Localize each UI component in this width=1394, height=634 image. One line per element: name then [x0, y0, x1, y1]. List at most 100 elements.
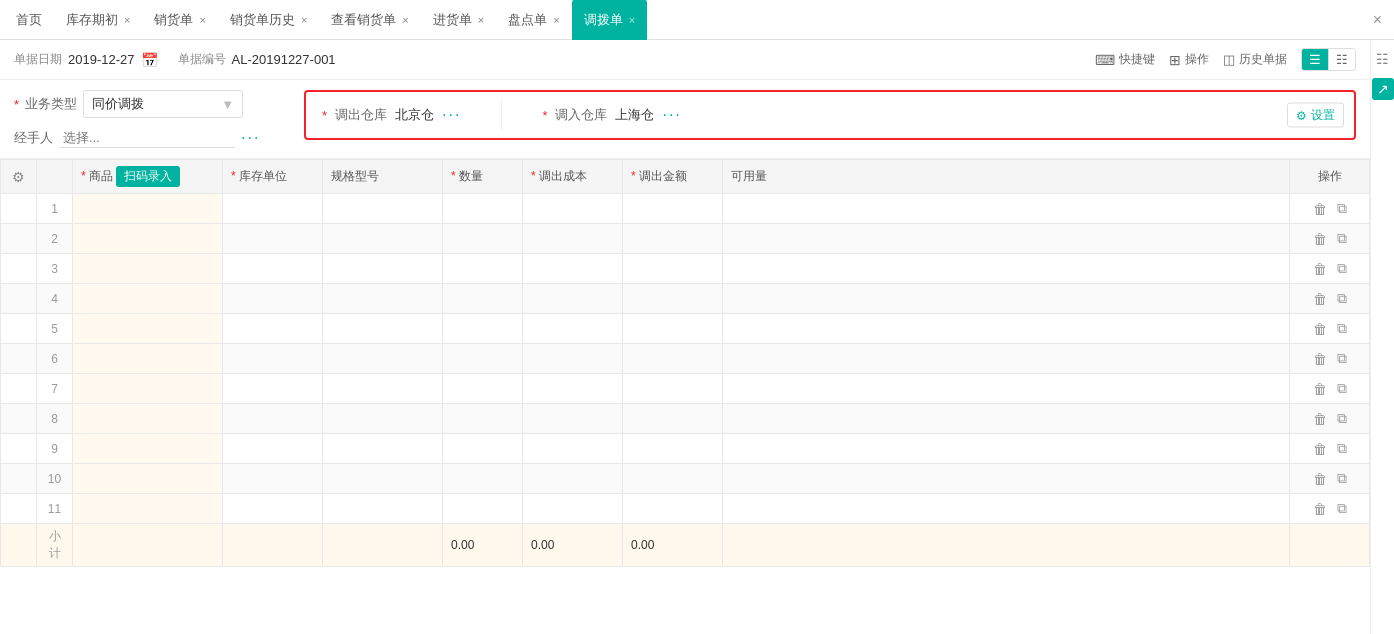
row-cost[interactable]: [523, 494, 623, 524]
row-amount[interactable]: [623, 464, 723, 494]
close-tab-sales-order[interactable]: ×: [199, 14, 205, 26]
row-cost[interactable]: [523, 314, 623, 344]
row-goods[interactable]: [73, 434, 223, 464]
row-amount[interactable]: [623, 344, 723, 374]
row-goods[interactable]: [73, 314, 223, 344]
row-unit[interactable]: [223, 254, 323, 284]
row-unit[interactable]: [223, 434, 323, 464]
close-tab-inventory-init[interactable]: ×: [124, 14, 130, 26]
tab-inventory-init[interactable]: 库存期初 ×: [54, 0, 142, 40]
row-spec[interactable]: [323, 224, 443, 254]
row-unit[interactable]: [223, 224, 323, 254]
tab-transfer[interactable]: 调拨单 ×: [572, 0, 647, 40]
row-cost[interactable]: [523, 254, 623, 284]
delete-row-btn[interactable]: 🗑: [1311, 319, 1329, 339]
row-amount[interactable]: [623, 194, 723, 224]
row-spec[interactable]: [323, 344, 443, 374]
row-unit[interactable]: [223, 284, 323, 314]
delete-row-btn[interactable]: 🗑: [1311, 259, 1329, 279]
delete-row-btn[interactable]: 🗑: [1311, 439, 1329, 459]
row-qty[interactable]: [443, 194, 523, 224]
tab-sales-order[interactable]: 销货单 ×: [142, 0, 217, 40]
row-amount[interactable]: [623, 434, 723, 464]
row-unit[interactable]: [223, 374, 323, 404]
sidebar-export-icon[interactable]: ↗: [1372, 78, 1394, 100]
tab-stocktake[interactable]: 盘点单 ×: [496, 0, 571, 40]
warehouse-settings-btn[interactable]: ⚙ 设置: [1287, 103, 1344, 128]
wh-out-more-btn[interactable]: ···: [442, 106, 461, 124]
row-spec[interactable]: [323, 284, 443, 314]
row-amount[interactable]: [623, 314, 723, 344]
business-type-select[interactable]: 同价调拨 ▼: [83, 90, 243, 118]
history-docs-btn[interactable]: ◫ 历史单据: [1223, 51, 1287, 68]
copy-row-btn[interactable]: ⧉: [1335, 348, 1349, 369]
row-qty[interactable]: [443, 494, 523, 524]
delete-row-btn[interactable]: 🗑: [1311, 199, 1329, 219]
row-goods[interactable]: [73, 494, 223, 524]
row-qty[interactable]: [443, 344, 523, 374]
layout-grid-btn[interactable]: ☷: [1328, 49, 1355, 70]
copy-row-btn[interactable]: ⧉: [1335, 468, 1349, 489]
copy-row-btn[interactable]: ⧉: [1335, 318, 1349, 339]
copy-row-btn[interactable]: ⧉: [1335, 378, 1349, 399]
row-cost[interactable]: [523, 194, 623, 224]
operations-btn[interactable]: ⊞ 操作: [1169, 51, 1209, 68]
row-amount[interactable]: [623, 284, 723, 314]
copy-row-btn[interactable]: ⧉: [1335, 498, 1349, 519]
delete-row-btn[interactable]: 🗑: [1311, 379, 1329, 399]
row-spec[interactable]: [323, 374, 443, 404]
close-tab-stocktake[interactable]: ×: [553, 14, 559, 26]
handler-input[interactable]: [59, 128, 235, 148]
row-qty[interactable]: [443, 374, 523, 404]
row-spec[interactable]: [323, 434, 443, 464]
row-cost[interactable]: [523, 464, 623, 494]
row-qty[interactable]: [443, 464, 523, 494]
handler-more-btn[interactable]: ···: [241, 129, 260, 147]
row-unit[interactable]: [223, 494, 323, 524]
sidebar-doc-icon[interactable]: ☷: [1372, 48, 1394, 70]
row-spec[interactable]: [323, 494, 443, 524]
row-cost[interactable]: [523, 404, 623, 434]
row-cost[interactable]: [523, 344, 623, 374]
row-cost[interactable]: [523, 224, 623, 254]
row-qty[interactable]: [443, 254, 523, 284]
row-spec[interactable]: [323, 254, 443, 284]
copy-row-btn[interactable]: ⧉: [1335, 258, 1349, 279]
delete-row-btn[interactable]: 🗑: [1311, 289, 1329, 309]
tab-sales-history[interactable]: 销货单历史 ×: [218, 0, 319, 40]
delete-row-btn[interactable]: 🗑: [1311, 229, 1329, 249]
row-qty[interactable]: [443, 224, 523, 254]
row-spec[interactable]: [323, 314, 443, 344]
tab-view-sales[interactable]: 查看销货单 ×: [319, 0, 420, 40]
layout-list-btn[interactable]: ☰: [1302, 49, 1328, 70]
row-goods[interactable]: [73, 404, 223, 434]
tab-home[interactable]: 首页: [4, 0, 54, 40]
row-spec[interactable]: [323, 404, 443, 434]
row-unit[interactable]: [223, 404, 323, 434]
delete-row-btn[interactable]: 🗑: [1311, 349, 1329, 369]
copy-row-btn[interactable]: ⧉: [1335, 288, 1349, 309]
table-settings-icon[interactable]: ⚙: [12, 169, 25, 185]
row-amount[interactable]: [623, 404, 723, 434]
row-goods[interactable]: [73, 464, 223, 494]
quick-keys-btn[interactable]: ⌨ 快捷键: [1095, 51, 1155, 68]
row-spec[interactable]: [323, 464, 443, 494]
row-cost[interactable]: [523, 434, 623, 464]
close-tab-sales-history[interactable]: ×: [301, 14, 307, 26]
row-spec[interactable]: [323, 194, 443, 224]
row-cost[interactable]: [523, 284, 623, 314]
scan-barcode-btn[interactable]: 扫码录入: [116, 166, 180, 187]
calendar-icon[interactable]: 📅: [141, 52, 158, 68]
row-amount[interactable]: [623, 374, 723, 404]
close-tab-transfer[interactable]: ×: [629, 14, 635, 26]
row-qty[interactable]: [443, 404, 523, 434]
row-qty[interactable]: [443, 314, 523, 344]
row-goods[interactable]: [73, 284, 223, 314]
row-qty[interactable]: [443, 284, 523, 314]
row-cost[interactable]: [523, 374, 623, 404]
row-unit[interactable]: [223, 344, 323, 374]
row-goods[interactable]: [73, 344, 223, 374]
row-unit[interactable]: [223, 464, 323, 494]
row-goods[interactable]: [73, 224, 223, 254]
delete-row-btn[interactable]: 🗑: [1311, 499, 1329, 519]
